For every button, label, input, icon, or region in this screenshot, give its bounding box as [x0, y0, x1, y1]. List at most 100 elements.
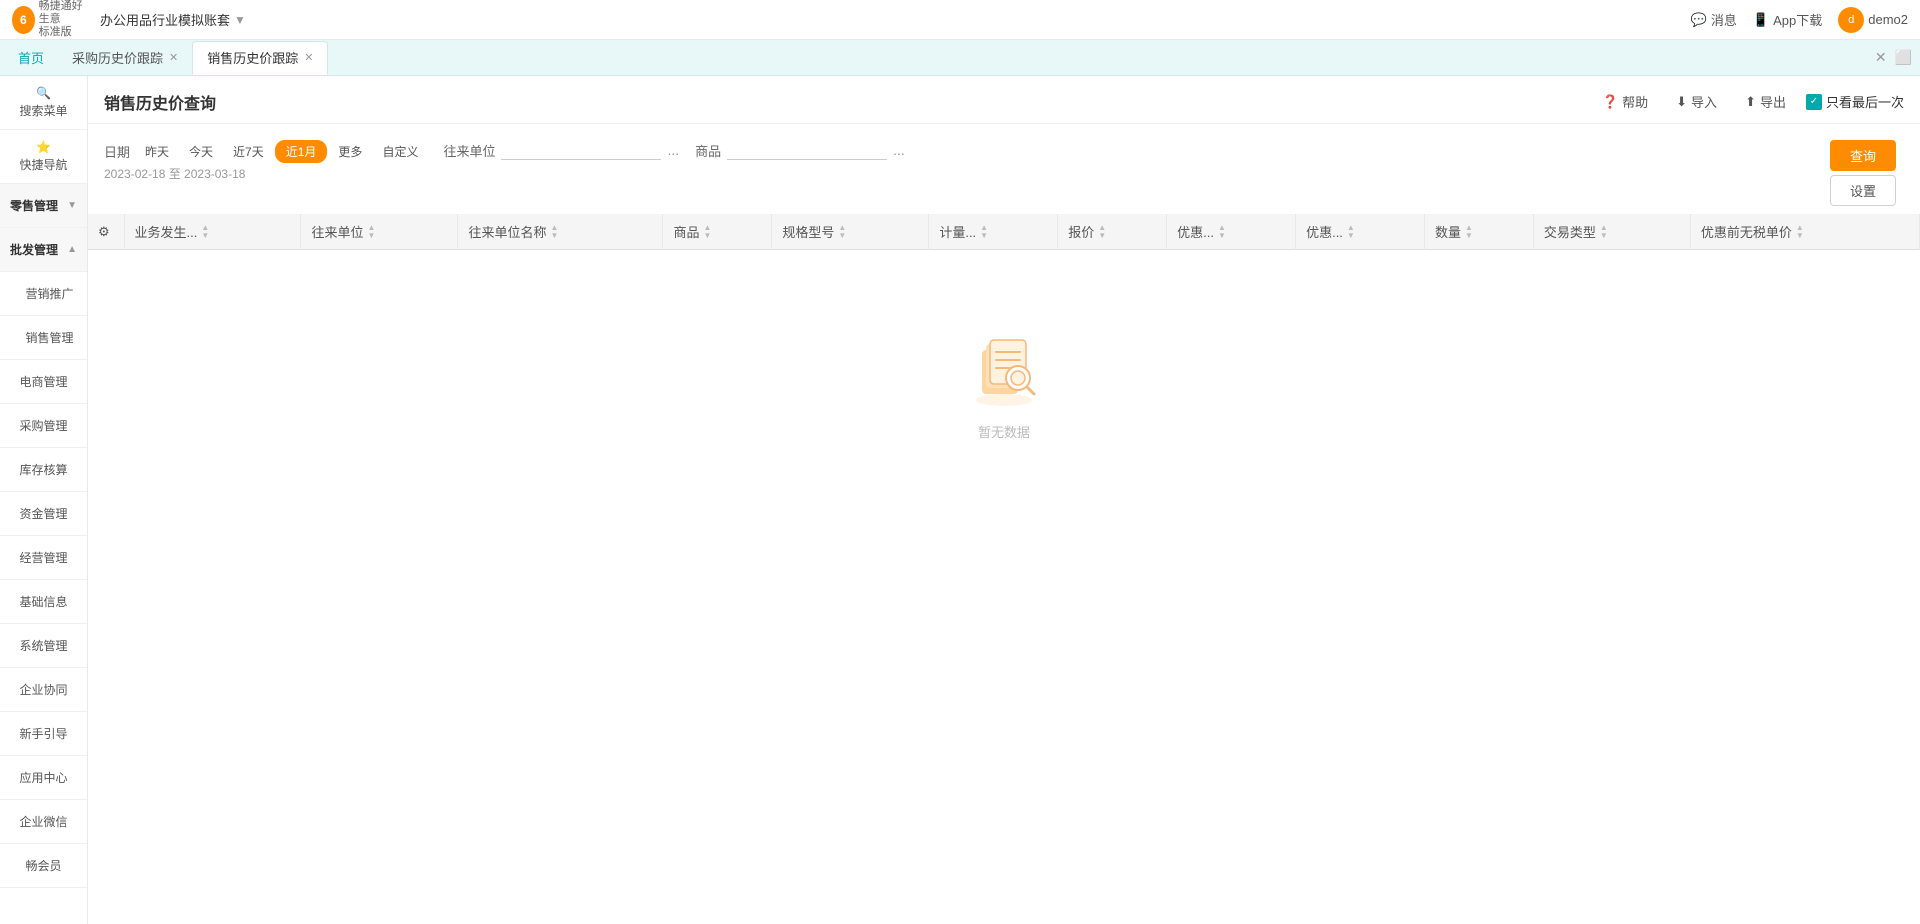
table-header-spec[interactable]: 规格型号 ▲▼ — [772, 214, 929, 250]
table-header-discount2[interactable]: 优惠... ▲▼ — [1296, 214, 1425, 250]
date-btn-last7[interactable]: 近7天 — [224, 140, 273, 163]
logo-text: 畅捷通好生意 标准版 — [39, 0, 92, 39]
sort-icons-quote: ▲▼ — [1098, 224, 1106, 240]
goods-label: 商品 — [695, 141, 721, 160]
message-icon: 💬 — [1691, 12, 1707, 28]
partner-label: 往来单位 — [443, 141, 495, 160]
date-btn-custom[interactable]: 自定义 — [373, 140, 427, 163]
tab-sales-history[interactable]: 销售历史价跟踪 ✕ — [192, 41, 328, 75]
page-header: 销售历史价查询 ❓ 帮助 ⬇ 导入 ⬆ 导出 ✓ 只看最后一次 — [88, 76, 1920, 124]
action-buttons: 查询 设置 — [1830, 140, 1904, 206]
export-icon: ⬆ — [1745, 94, 1756, 110]
app-download-button[interactable]: 📱 App下载 — [1753, 10, 1822, 29]
import-button[interactable]: ⬇ 导入 — [1668, 88, 1725, 115]
sidebar-item-operations[interactable]: 经营管理 — [0, 536, 87, 580]
goods-filter: 商品 ... — [695, 140, 905, 160]
table-header-partner-code[interactable]: 往来单位 ▲▼ — [301, 214, 458, 250]
sidebar-item-basic[interactable]: 基础信息 — [0, 580, 87, 624]
sort-icons-qty: ▲▼ — [1465, 224, 1473, 240]
date-buttons: 昨天 今天 近7天 近1月 更多 自定义 — [136, 140, 427, 163]
sidebar-item-sales-mgmt[interactable]: 销售管理 — [0, 316, 87, 360]
date-btn-yesterday[interactable]: 昨天 — [136, 140, 178, 163]
user-menu[interactable]: d demo2 — [1838, 7, 1908, 33]
table-header-pre-tax-price[interactable]: 优惠前无税单价 ▲▼ — [1690, 214, 1919, 250]
table-header-goods[interactable]: 商品 ▲▼ — [663, 214, 772, 250]
sidebar-item-enterprise[interactable]: 企业协同 — [0, 668, 87, 712]
table-area: ⚙ 业务发生... ▲▼ 往来单位 ▲▼ — [88, 214, 1920, 924]
goods-input[interactable] — [727, 140, 887, 160]
sidebar-item-apps[interactable]: 应用中心 — [0, 756, 87, 800]
date-btn-today[interactable]: 今天 — [180, 140, 222, 163]
table-header-gear[interactable]: ⚙ — [88, 214, 124, 250]
tab-actions: ✕ ⬜ — [1875, 49, 1920, 66]
sort-icons-spec: ▲▼ — [838, 224, 846, 240]
sidebar-item-purchase[interactable]: 采购管理 — [0, 404, 87, 448]
logo-icon: 6 — [12, 6, 35, 34]
sort-icons-discount1: ▲▼ — [1218, 224, 1226, 240]
sidebar-item-finance[interactable]: 资金管理 — [0, 492, 87, 536]
logo-area: 6 畅捷通好生意 标准版 — [12, 0, 92, 39]
sidebar-item-search[interactable]: 🔍 搜索菜单 — [0, 76, 87, 130]
top-header: 6 畅捷通好生意 标准版 办公用品行业模拟账套 ▼ 💬 消息 📱 App下载 d… — [0, 0, 1920, 40]
sidebar-item-inventory[interactable]: 库存核算 — [0, 448, 87, 492]
date-label: 日期 — [104, 142, 130, 161]
goods-dots-icon[interactable]: ... — [893, 142, 905, 158]
filter-container: 日期 昨天 今天 近7天 近1月 更多 自定义 2023-02-18 至 202… — [88, 124, 1920, 214]
tab-bar: 首页 采购历史价跟踪 ✕ 销售历史价跟踪 ✕ ✕ ⬜ — [0, 40, 1920, 76]
help-button[interactable]: ❓ 帮助 — [1594, 88, 1656, 115]
sort-icons-trade-type: ▲▼ — [1600, 224, 1608, 240]
only-last-checkbox[interactable]: ✓ — [1806, 94, 1822, 110]
table-header-trade-type[interactable]: 交易类型 ▲▼ — [1533, 214, 1690, 250]
date-btn-more[interactable]: 更多 — [329, 140, 371, 163]
tab-purchase-history[interactable]: 采购历史价跟踪 ✕ — [58, 41, 192, 75]
close-sales-tab[interactable]: ✕ — [304, 51, 313, 64]
table-header-unit[interactable]: 计量... ▲▼ — [929, 214, 1058, 250]
settings-button[interactable]: 设置 — [1830, 175, 1896, 206]
close-purchase-tab[interactable]: ✕ — [169, 51, 178, 64]
phone-icon: 📱 — [1753, 12, 1769, 28]
date-btn-last1m[interactable]: 近1月 — [275, 140, 328, 163]
tab-home[interactable]: 首页 — [4, 41, 58, 75]
shortcut-icon: ⭐ — [36, 140, 51, 154]
sidebar-item-wechat[interactable]: 企业微信 — [0, 800, 87, 844]
message-button[interactable]: 💬 消息 — [1691, 10, 1737, 29]
sidebar-item-marketing[interactable]: 营销推广 — [0, 272, 87, 316]
sidebar-item-system[interactable]: 系统管理 — [0, 624, 87, 668]
breadcrumb-dropdown-icon[interactable]: ▼ — [234, 13, 246, 27]
maximize-icon[interactable]: ⬜ — [1895, 49, 1912, 66]
sort-icons-partner-code: ▲▼ — [367, 224, 375, 240]
table-header-qty[interactable]: 数量 ▲▼ — [1425, 214, 1534, 250]
avatar: d — [1838, 7, 1864, 33]
table-header-discount1[interactable]: 优惠... ▲▼ — [1167, 214, 1296, 250]
gear-icon[interactable]: ⚙ — [98, 224, 110, 239]
query-button[interactable]: 查询 — [1830, 140, 1896, 171]
table-header-biz-date[interactable]: 业务发生... ▲▼ — [124, 214, 301, 250]
sort-icons-discount2: ▲▼ — [1347, 224, 1355, 240]
empty-state-icon — [964, 330, 1044, 410]
sort-icons-unit: ▲▼ — [980, 224, 988, 240]
date-filter-section: 日期 昨天 今天 近7天 近1月 更多 自定义 2023-02-18 至 202… — [104, 140, 427, 182]
sidebar-item-retail[interactable]: 零售管理 ▼ — [0, 184, 87, 228]
close-all-tabs-icon[interactable]: ✕ — [1875, 49, 1887, 66]
retail-arrow: ▼ — [67, 200, 77, 211]
table-header-partner-name[interactable]: 往来单位名称 ▲▼ — [458, 214, 663, 250]
sidebar-item-shortcut[interactable]: ⭐ 快捷导航 — [0, 130, 87, 184]
export-button[interactable]: ⬆ 导出 — [1737, 88, 1794, 115]
sidebar-item-vip[interactable]: 畅会员 — [0, 844, 87, 888]
partner-dots-icon[interactable]: ... — [667, 142, 679, 158]
search-icon: 🔍 — [36, 86, 51, 100]
partner-input[interactable] — [501, 140, 661, 160]
table-header-quote[interactable]: 报价 ▲▼ — [1058, 214, 1167, 250]
sidebar-item-wholesale[interactable]: 批发管理 ▲ — [0, 228, 87, 272]
empty-text: 暂无数据 — [978, 422, 1030, 441]
empty-state: 暂无数据 — [88, 250, 1920, 521]
wholesale-arrow: ▲ — [67, 244, 77, 255]
sort-icons-biz-date: ▲▼ — [201, 224, 209, 240]
sidebar-item-ecom[interactable]: 电商管理 — [0, 360, 87, 404]
content-area: 销售历史价查询 ❓ 帮助 ⬇ 导入 ⬆ 导出 ✓ 只看最后一次 — [88, 76, 1920, 924]
breadcrumb-area: 办公用品行业模拟账套 ▼ — [100, 10, 1683, 29]
sort-icons-partner-name: ▲▼ — [550, 224, 558, 240]
sort-icons-goods: ▲▼ — [703, 224, 711, 240]
only-last-checkbox-label[interactable]: ✓ 只看最后一次 — [1806, 92, 1904, 111]
sidebar-item-newbie[interactable]: 新手引导 — [0, 712, 87, 756]
